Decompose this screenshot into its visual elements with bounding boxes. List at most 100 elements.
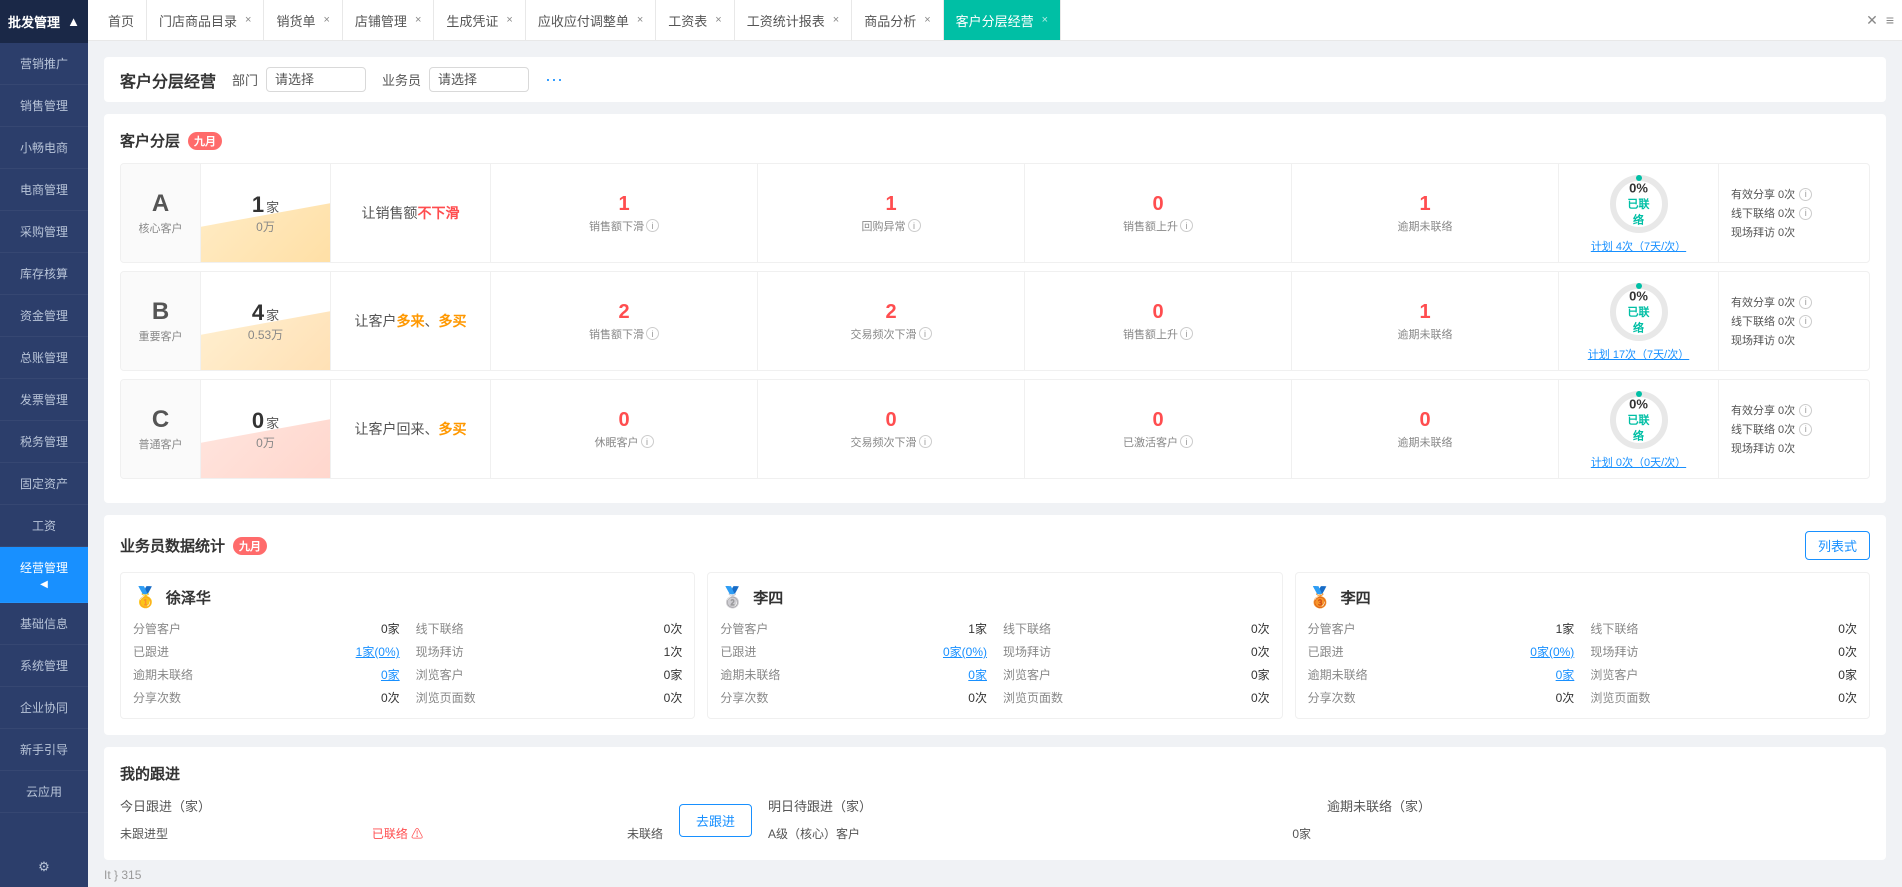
sidebar-item-system[interactable]: 系统管理 bbox=[0, 645, 88, 687]
info-icon[interactable]: i bbox=[1799, 207, 1812, 220]
tier-count-a[interactable]: 1 家 0万 bbox=[201, 164, 331, 262]
tier-label-c: C 普通客户 bbox=[121, 380, 201, 478]
sp-card-2: 🥉 李四 分管客户 1家 线下联络 0次 已跟进 bbox=[1295, 572, 1870, 719]
tab-store-management[interactable]: 店铺管理 × bbox=[343, 0, 434, 40]
sidebar-item-assets[interactable]: 固定资产 bbox=[0, 463, 88, 505]
close-icon[interactable]: × bbox=[245, 14, 251, 26]
info-icon[interactable]: i bbox=[919, 327, 932, 340]
follow-grid: 今日跟进（家） 未跟进型 已联络 ⚠ 未联络 去跟进 明日待跟进（家） A级（核… bbox=[120, 796, 1870, 844]
info-icon[interactable]: i bbox=[1799, 315, 1812, 328]
info-icon[interactable]: i bbox=[919, 435, 932, 448]
sidebar-item-collab[interactable]: 企业协同 bbox=[0, 687, 88, 729]
close-icon[interactable]: × bbox=[833, 14, 839, 26]
info-icon[interactable]: i bbox=[1799, 423, 1812, 436]
tier-label-b: B 重要客户 bbox=[121, 272, 201, 370]
tier-stat-a-0[interactable]: 1 销售额下滑 i bbox=[491, 164, 758, 262]
tab-generate-voucher[interactable]: 生成凭证 × bbox=[434, 0, 525, 40]
tier-stat-b-1[interactable]: 2 交易频次下滑 i bbox=[758, 272, 1025, 370]
sidebar-collapse-icon[interactable]: ▲ bbox=[67, 14, 80, 29]
tier-stat-a-1[interactable]: 1 回购异常 i bbox=[758, 164, 1025, 262]
tab-payroll[interactable]: 工资表 × bbox=[656, 0, 734, 40]
customer-tier-title: 客户分层 九月 bbox=[120, 130, 1870, 151]
my-follow-title: 我的跟进 bbox=[120, 763, 1870, 784]
sp-stat-row: 分管客户 1家 bbox=[1308, 620, 1575, 637]
tier-stat-a-3[interactable]: 1 逾期未联络 bbox=[1292, 164, 1559, 262]
biz-stats-title: 业务员数据统计 九月 bbox=[120, 535, 267, 556]
tier-stat-a-2[interactable]: 0 销售额上升 i bbox=[1025, 164, 1292, 262]
close-icon[interactable]: × bbox=[323, 14, 329, 26]
sp-stat-row: 现场拜访 0次 bbox=[1003, 643, 1270, 660]
tier-right-b: 有效分享 0次i 线下联络 0次i 现场拜访 0次 bbox=[1719, 272, 1869, 370]
medal-silver-icon: 🥈 bbox=[720, 585, 745, 610]
follow-goto-col: 去跟进 bbox=[679, 796, 752, 844]
sales-select[interactable]: 请选择 bbox=[429, 67, 529, 92]
tier-stat-c-0[interactable]: 0 休眠客户 i bbox=[491, 380, 758, 478]
tab-ap-adjustment[interactable]: 应收应付调整单 × bbox=[526, 0, 656, 40]
sidebar-item-payroll[interactable]: 工资 bbox=[0, 505, 88, 547]
info-icon[interactable]: i bbox=[1799, 404, 1812, 417]
more-filters-button[interactable]: ··· bbox=[545, 69, 563, 90]
info-icon[interactable]: i bbox=[908, 219, 921, 232]
sidebar-item-tax[interactable]: 税务管理 bbox=[0, 421, 88, 463]
info-icon[interactable]: i bbox=[641, 435, 654, 448]
tier-circle-c: 0% 已联络 计划 0次（0天/次） bbox=[1559, 380, 1719, 478]
close-icon[interactable]: × bbox=[415, 14, 421, 26]
tier-stat-b-3[interactable]: 1 逾期未联络 bbox=[1292, 272, 1559, 370]
circle-plan-link-a[interactable]: 计划 4次（7天/次） bbox=[1591, 241, 1686, 253]
sidebar-title: 批发管理 bbox=[8, 12, 60, 31]
info-icon[interactable]: i bbox=[646, 219, 659, 232]
sidebar-item-ecommerce[interactable]: 电商管理 bbox=[0, 169, 88, 211]
sidebar-item-guide[interactable]: 新手引导 bbox=[0, 729, 88, 771]
info-icon[interactable]: i bbox=[1180, 327, 1193, 340]
info-icon[interactable]: i bbox=[1799, 188, 1812, 201]
info-icon[interactable]: i bbox=[1180, 219, 1193, 232]
tab-menu-icon[interactable]: ≡ bbox=[1886, 12, 1894, 29]
sidebar-item-finance[interactable]: 资金管理 bbox=[0, 295, 88, 337]
sidebar-item-operations[interactable]: 经营管理 ◀ bbox=[0, 547, 88, 603]
sidebar-item-invoice[interactable]: 发票管理 bbox=[0, 379, 88, 421]
tier-stat-c-1[interactable]: 0 交易频次下滑 i bbox=[758, 380, 1025, 478]
tab-close-all-icon[interactable]: ✕ bbox=[1866, 12, 1878, 29]
close-icon[interactable]: × bbox=[715, 14, 721, 26]
sidebar-item-ecommerce-small[interactable]: 小畅电商 bbox=[0, 127, 88, 169]
info-icon[interactable]: i bbox=[1799, 296, 1812, 309]
tab-sales-order[interactable]: 销货单 × bbox=[264, 0, 342, 40]
info-icon[interactable]: i bbox=[1180, 435, 1193, 448]
sidebar-settings-button[interactable]: ⚙ bbox=[0, 847, 88, 887]
close-icon[interactable]: × bbox=[1042, 14, 1048, 26]
tier-stat-b-2[interactable]: 0 销售额上升 i bbox=[1025, 272, 1292, 370]
tier-stat-c-3[interactable]: 0 逾期未联络 bbox=[1292, 380, 1559, 478]
sidebar-item-base-info[interactable]: 基础信息 bbox=[0, 603, 88, 645]
tab-product-analysis[interactable]: 商品分析 × bbox=[852, 0, 943, 40]
tab-payroll-report[interactable]: 工资统计报表 × bbox=[735, 0, 852, 40]
my-follow-section: 我的跟进 今日跟进（家） 未跟进型 已联络 ⚠ 未联络 去跟进 明日待跟进（家） bbox=[104, 747, 1886, 860]
sidebar-item-ledger[interactable]: 总账管理 bbox=[0, 337, 88, 379]
tier-count-b[interactable]: 4 家 0.53万 bbox=[201, 272, 331, 370]
list-view-button[interactable]: 列表式 bbox=[1805, 531, 1870, 560]
tab-customer-tier[interactable]: 客户分层经营 × bbox=[944, 0, 1061, 40]
sidebar-item-cloud[interactable]: 云应用 bbox=[0, 771, 88, 813]
close-icon[interactable]: × bbox=[637, 14, 643, 26]
tab-home[interactable]: 首页 bbox=[96, 0, 147, 40]
sidebar-item-sales[interactable]: 销售管理 bbox=[0, 85, 88, 127]
info-icon[interactable]: i bbox=[646, 327, 659, 340]
close-icon[interactable]: × bbox=[506, 14, 512, 26]
tier-stat-b-0[interactable]: 2 销售额下滑 i bbox=[491, 272, 758, 370]
circle-plan-link-c[interactable]: 计划 0次（0天/次） bbox=[1591, 457, 1686, 469]
tier-stat-c-2[interactable]: 0 已激活客户 i bbox=[1025, 380, 1292, 478]
go-follow-button[interactable]: 去跟进 bbox=[679, 804, 752, 837]
close-icon[interactable]: × bbox=[924, 14, 930, 26]
dept-select[interactable]: 请选择 bbox=[266, 67, 366, 92]
sp-stat-row: 分享次数 0次 bbox=[1308, 689, 1575, 706]
sidebar-item-inventory[interactable]: 库存核算 bbox=[0, 253, 88, 295]
sidebar-item-marketing[interactable]: 营销推广 bbox=[0, 43, 88, 85]
tier-count-c[interactable]: 0 家 0万 bbox=[201, 380, 331, 478]
sidebar-item-purchase[interactable]: 采购管理 bbox=[0, 211, 88, 253]
tier-right-a: 有效分享 0次i 线下联络 0次i 现场拜访 0次 bbox=[1719, 164, 1869, 262]
circle-plan-link-b[interactable]: 计划 17次（7天/次） bbox=[1588, 349, 1689, 361]
sp-stat-row: 已跟进 0家(0%) bbox=[720, 643, 987, 660]
medal-gold-icon: 🥇 bbox=[133, 585, 158, 610]
tab-store-products[interactable]: 门店商品目录 × bbox=[147, 0, 264, 40]
sidebar-header[interactable]: 批发管理 ▲ bbox=[0, 0, 88, 43]
tab-actions: ✕ ≡ bbox=[1866, 12, 1894, 29]
